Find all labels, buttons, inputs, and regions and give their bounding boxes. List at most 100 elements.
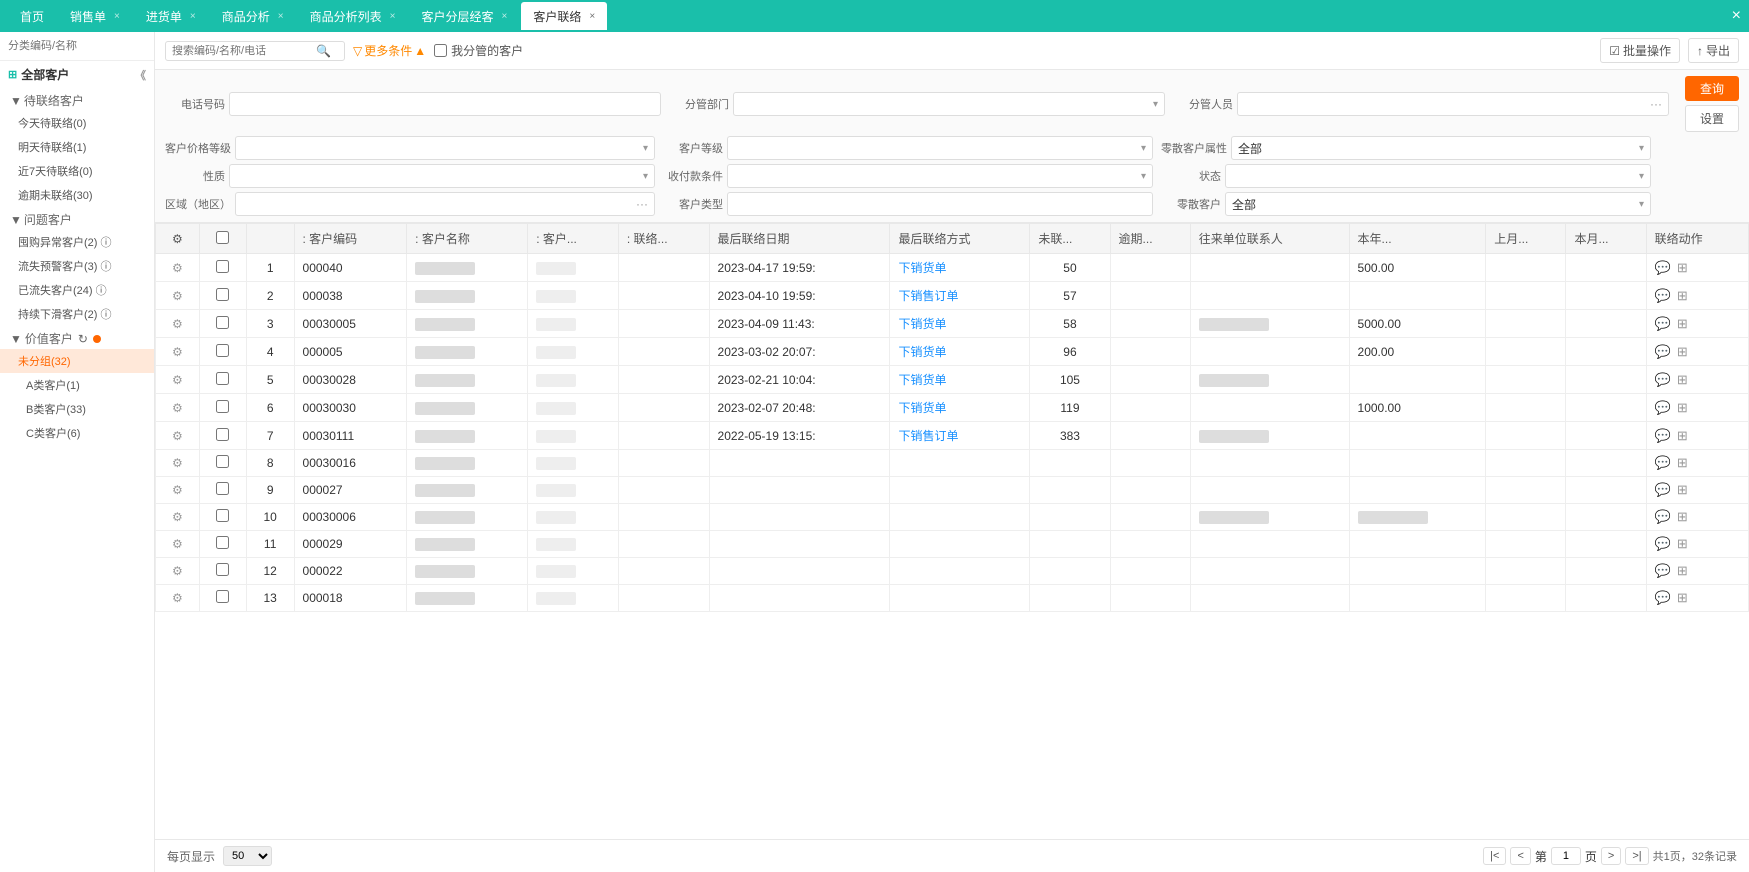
row-checkbox[interactable] (216, 509, 229, 522)
retail-customer-select[interactable]: 全部 ▾ (1225, 192, 1651, 216)
more-icon[interactable]: ··· (636, 197, 648, 211)
sidebar-item-warning[interactable]: 流失预警客户(3) ⓘ (0, 254, 154, 278)
more-action-icon[interactable]: ⊞ (1677, 509, 1688, 525)
close-icon[interactable]: × (390, 11, 396, 22)
nav-tab-customer-contact[interactable]: 客户联络 × (521, 2, 607, 30)
code-col-header[interactable]: : 客户编码 (294, 224, 407, 254)
nav-tab-analysis-list[interactable]: 商品分析列表 × (298, 2, 408, 30)
row-settings-icon[interactable]: ⚙ (172, 456, 183, 470)
sidebar-item-ungroup[interactable]: 未分组(32) (0, 349, 154, 373)
row-checkbox[interactable] (216, 400, 229, 413)
sidebar-search-input[interactable] (8, 40, 150, 52)
checkbox-cell[interactable] (199, 366, 246, 394)
phone-input[interactable] (229, 92, 661, 116)
more-action-icon[interactable]: ⊞ (1677, 563, 1688, 579)
more-action-icon[interactable]: ⊞ (1677, 288, 1688, 304)
row-settings-icon[interactable]: ⚙ (172, 401, 183, 415)
this-month-col-header[interactable]: 本月... (1566, 224, 1646, 254)
row-settings-icon[interactable]: ⚙ (172, 261, 183, 275)
refresh-icon[interactable]: ↻ (78, 332, 88, 346)
row-checkbox[interactable] (216, 590, 229, 603)
status-select[interactable]: ▾ (1225, 164, 1651, 188)
overdue-col-header[interactable]: 逾期... (1110, 224, 1190, 254)
row-settings-icon[interactable]: ⚙ (172, 289, 183, 303)
row-settings-icon[interactable]: ⚙ (172, 345, 183, 359)
last-contact-method-col-header[interactable]: 最后联络方式 (890, 224, 1030, 254)
last-page-button[interactable]: >| (1625, 847, 1648, 865)
not-contacted-col-header[interactable]: 未联... (1030, 224, 1110, 254)
customer-type-input[interactable] (727, 192, 1153, 216)
row-checkbox[interactable] (216, 260, 229, 273)
more-action-icon[interactable]: ⊞ (1677, 428, 1688, 444)
page-number-input[interactable] (1551, 847, 1581, 865)
select-all-checkbox[interactable] (216, 231, 229, 244)
row-checkbox[interactable] (216, 455, 229, 468)
my-customers-check[interactable] (434, 44, 447, 57)
close-icon[interactable]: × (589, 11, 595, 22)
row-settings-icon[interactable]: ⚙ (172, 591, 183, 605)
more-action-icon[interactable]: ⊞ (1677, 400, 1688, 416)
checkbox-cell[interactable] (199, 310, 246, 338)
checkbox-cell[interactable] (199, 531, 246, 558)
query-button[interactable]: 查询 (1685, 76, 1739, 101)
unit-contact-col-header[interactable]: 往来单位联系人 (1190, 224, 1349, 254)
sidebar-item-7days[interactable]: 近7天待联络(0) (0, 159, 154, 183)
price-level-select[interactable]: ▾ (235, 136, 655, 160)
more-action-icon[interactable]: ⊞ (1677, 372, 1688, 388)
row-settings-icon[interactable]: ⚙ (172, 317, 183, 331)
manager-input[interactable]: ··· (1237, 92, 1669, 116)
checkbox-cell[interactable] (199, 338, 246, 366)
row-checkbox[interactable] (216, 344, 229, 357)
row-settings-icon[interactable]: ⚙ (172, 373, 183, 387)
chat-icon[interactable]: 💬 (1655, 563, 1671, 579)
checkbox-cell[interactable] (199, 558, 246, 585)
sidebar-item-overdue[interactable]: 逾期未联络(30) (0, 183, 154, 207)
chat-icon[interactable]: 💬 (1655, 428, 1671, 444)
chat-icon[interactable]: 💬 (1655, 536, 1671, 552)
chat-icon[interactable]: 💬 (1655, 455, 1671, 471)
first-page-button[interactable]: |< (1483, 847, 1506, 865)
row-settings-icon[interactable]: ⚙ (172, 429, 183, 443)
settings-icon[interactable]: ⚙ (172, 232, 183, 246)
sidebar-item-lost[interactable]: 已流失客户(24) ⓘ (0, 278, 154, 302)
chat-icon[interactable]: 💬 (1655, 509, 1671, 525)
checkbox-cell[interactable] (199, 422, 246, 450)
last-month-col-header[interactable]: 上月... (1486, 224, 1566, 254)
chat-icon[interactable]: 💬 (1655, 590, 1671, 606)
row-settings-icon[interactable]: ⚙ (172, 564, 183, 578)
chat-icon[interactable]: 💬 (1655, 288, 1671, 304)
sidebar-item-today[interactable]: 今天待联络(0) (0, 111, 154, 135)
chat-icon[interactable]: 💬 (1655, 316, 1671, 332)
next-page-button[interactable]: > (1601, 847, 1621, 865)
more-action-icon[interactable]: ⊞ (1677, 455, 1688, 471)
customer-level-select[interactable]: ▾ (727, 136, 1153, 160)
contact-col-header[interactable]: : 联络... (618, 224, 709, 254)
checkbox-col-header[interactable] (199, 224, 246, 254)
more-action-icon[interactable]: ⊞ (1677, 536, 1688, 552)
nav-tab-sales[interactable]: 销售单 × (58, 2, 132, 30)
chat-icon[interactable]: 💬 (1655, 482, 1671, 498)
sidebar-item-declining[interactable]: 持续下滑客户(2) ⓘ (0, 302, 154, 326)
chat-icon[interactable]: 💬 (1655, 344, 1671, 360)
last-contact-date-col-header[interactable]: 最后联络日期 (709, 224, 890, 254)
close-icon[interactable]: × (278, 11, 284, 22)
more-action-icon[interactable]: ⊞ (1677, 260, 1688, 276)
nav-tab-analysis[interactable]: 商品分析 × (210, 2, 296, 30)
row-settings-icon[interactable]: ⚙ (172, 483, 183, 497)
sidebar-item-b-class[interactable]: B类客户(33) (0, 397, 154, 421)
checkbox-cell[interactable] (199, 450, 246, 477)
sidebar-item-abnormal[interactable]: 囤购异常客户(2) ⓘ (0, 230, 154, 254)
collapse-icon[interactable]: 《 (135, 67, 146, 83)
checkbox-cell[interactable] (199, 282, 246, 310)
row-settings-icon[interactable]: ⚙ (172, 510, 183, 524)
customer-type-col-header[interactable]: : 客户... (528, 224, 619, 254)
checkbox-cell[interactable] (199, 254, 246, 282)
row-settings-icon[interactable]: ⚙ (172, 537, 183, 551)
chat-icon[interactable]: 💬 (1655, 400, 1671, 416)
sidebar-item-a-class[interactable]: A类客户(1) (0, 373, 154, 397)
nav-home[interactable]: 首页 (8, 2, 56, 30)
more-action-icon[interactable]: ⊞ (1677, 344, 1688, 360)
more-icon[interactable]: ··· (1650, 97, 1662, 111)
sidebar-item-c-class[interactable]: C类客户(6) (0, 421, 154, 445)
row-checkbox[interactable] (216, 482, 229, 495)
